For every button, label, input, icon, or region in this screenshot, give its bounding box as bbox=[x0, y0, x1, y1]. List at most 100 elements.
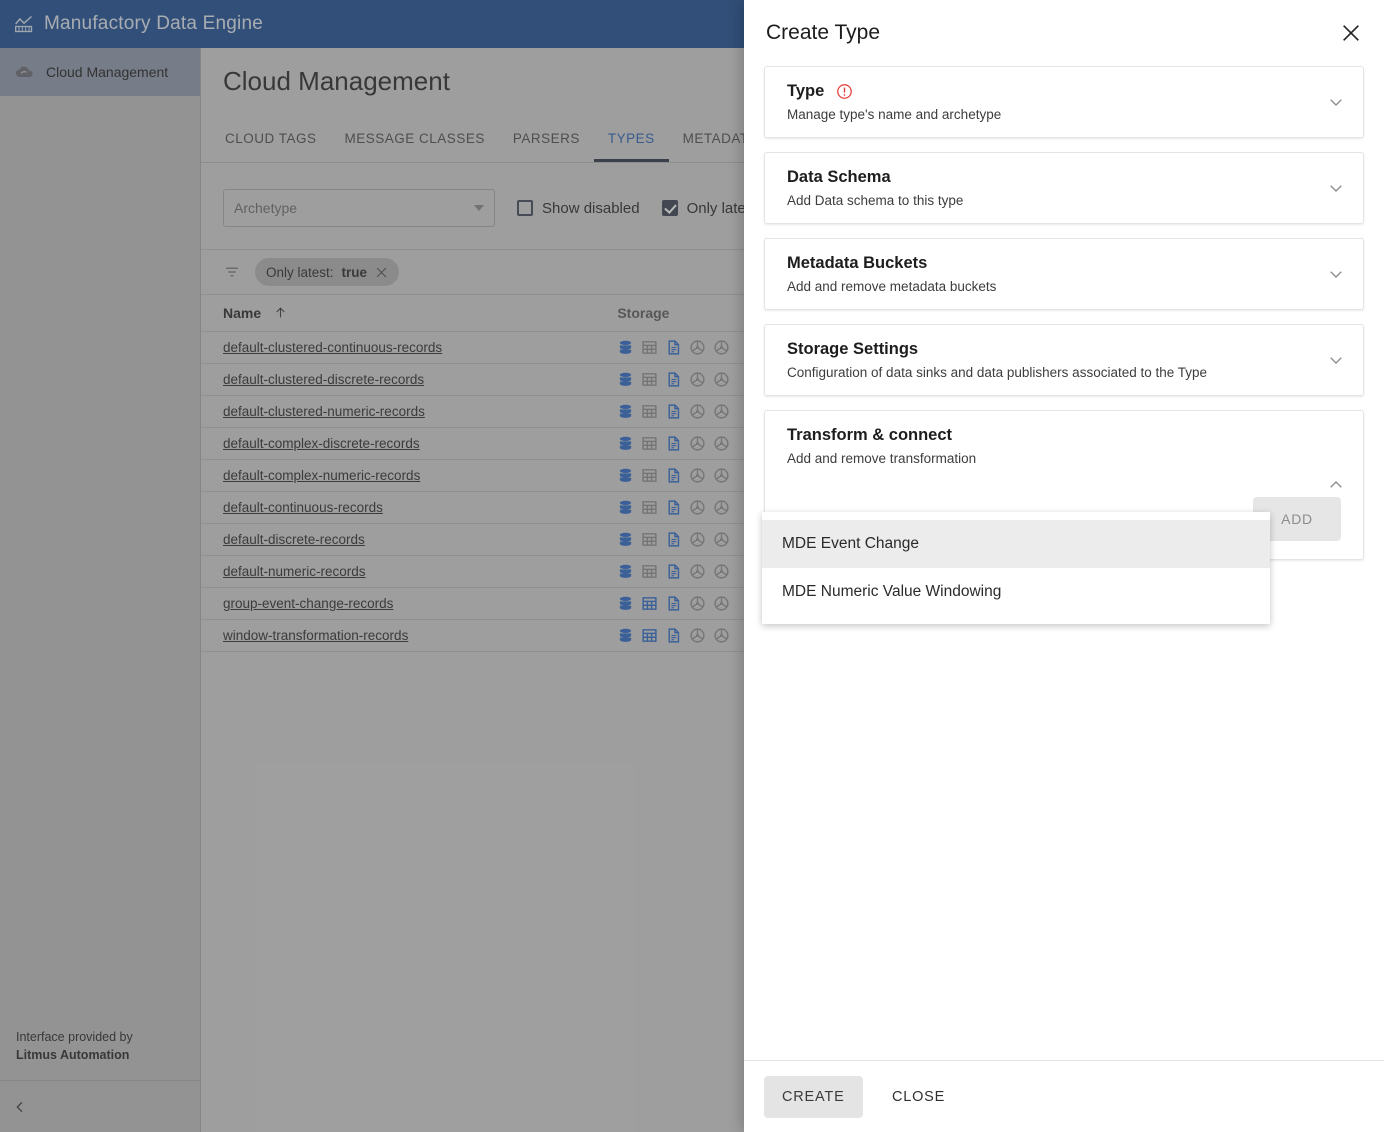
section-type[interactable]: Type Manage type's name and archetype bbox=[764, 66, 1364, 138]
cell-name: default-complex-numeric-records bbox=[201, 460, 595, 492]
dropdown-option-mde-event-change[interactable]: MDE Event Change bbox=[762, 520, 1270, 568]
close-icon[interactable] bbox=[375, 266, 388, 279]
document-icon bbox=[665, 435, 682, 452]
checkbox-box bbox=[517, 200, 533, 216]
cell-name: default-clustered-discrete-records bbox=[201, 364, 595, 396]
document-icon bbox=[665, 371, 682, 388]
column-header-name[interactable]: Name bbox=[201, 295, 595, 332]
table-icon bbox=[641, 531, 658, 548]
chevron-down-icon[interactable] bbox=[1327, 93, 1345, 111]
error-icon bbox=[836, 83, 853, 100]
type-name-link[interactable]: default-complex-numeric-records bbox=[223, 468, 420, 483]
database-icon bbox=[617, 467, 634, 484]
cell-name: group-event-change-records bbox=[201, 588, 595, 620]
table-icon bbox=[641, 403, 658, 420]
tab-cloud-tags[interactable]: CLOUD TAGS bbox=[211, 116, 331, 162]
tab-types[interactable]: TYPES bbox=[594, 116, 669, 162]
section-transform-connect-header: Transform & connect bbox=[787, 426, 1345, 445]
section-data-schema-header: Data Schema bbox=[787, 168, 1345, 187]
document-icon bbox=[665, 403, 682, 420]
section-data-schema-subtitle: Add Data schema to this type bbox=[787, 193, 1345, 208]
tab-message-classes[interactable]: MESSAGE CLASSES bbox=[331, 116, 499, 162]
dialog-title: Create Type bbox=[766, 21, 880, 45]
hub-icon bbox=[713, 403, 730, 420]
tab-parsers[interactable]: PARSERS bbox=[499, 116, 594, 162]
close-button[interactable]: CLOSE bbox=[871, 1076, 967, 1118]
section-type-subtitle: Manage type's name and archetype bbox=[787, 107, 1345, 122]
table-icon bbox=[641, 467, 658, 484]
type-name-link[interactable]: default-discrete-records bbox=[223, 532, 365, 547]
chevron-down-icon[interactable] bbox=[1327, 179, 1345, 197]
hub-icon bbox=[713, 371, 730, 388]
filter-icon[interactable] bbox=[223, 263, 241, 281]
table-icon bbox=[641, 499, 658, 516]
document-icon bbox=[665, 563, 682, 580]
cell-name: default-numeric-records bbox=[201, 556, 595, 588]
sidebar-item-cloud-management[interactable]: Cloud Management bbox=[0, 48, 200, 96]
chevron-up-icon[interactable] bbox=[1327, 476, 1345, 494]
database-icon bbox=[617, 531, 634, 548]
hub-icon bbox=[689, 339, 706, 356]
create-type-dialog: Create Type Type Manage type's name and … bbox=[744, 0, 1384, 1132]
chevron-left-icon bbox=[12, 1099, 28, 1115]
footer-brand: Litmus Automation bbox=[16, 1046, 184, 1064]
section-storage-settings-header: Storage Settings bbox=[787, 340, 1345, 359]
document-icon bbox=[665, 339, 682, 356]
hub-icon bbox=[689, 467, 706, 484]
close-icon[interactable] bbox=[1340, 22, 1362, 44]
type-name-link[interactable]: default-clustered-continuous-records bbox=[223, 340, 442, 355]
section-data-schema[interactable]: Data Schema Add Data schema to this type bbox=[764, 152, 1364, 224]
document-icon bbox=[665, 531, 682, 548]
cell-name: default-continuous-records bbox=[201, 492, 595, 524]
type-name-link[interactable]: window-transformation-records bbox=[223, 628, 408, 643]
type-name-link[interactable]: group-event-change-records bbox=[223, 596, 393, 611]
type-name-link[interactable]: default-clustered-numeric-records bbox=[223, 404, 425, 419]
show-disabled-label: Show disabled bbox=[542, 200, 640, 217]
chip-value: true bbox=[342, 265, 368, 280]
filter-chip-only-latest[interactable]: Only latest: true bbox=[255, 258, 399, 286]
app-title: Manufactory Data Engine bbox=[44, 13, 263, 35]
cell-name: default-clustered-continuous-records bbox=[201, 332, 595, 364]
chart-factory-icon bbox=[14, 14, 34, 34]
column-header-name-label: Name bbox=[223, 305, 261, 321]
type-name-link[interactable]: default-complex-discrete-records bbox=[223, 436, 420, 451]
hub-icon bbox=[689, 531, 706, 548]
sidebar-collapse-button[interactable] bbox=[0, 1080, 200, 1132]
checkbox-box-checked bbox=[662, 200, 678, 216]
document-icon bbox=[665, 499, 682, 516]
hub-icon bbox=[689, 499, 706, 516]
cell-name: default-discrete-records bbox=[201, 524, 595, 556]
type-name-link[interactable]: default-numeric-records bbox=[223, 564, 366, 579]
dialog-header: Create Type bbox=[744, 0, 1384, 66]
chevron-down-icon[interactable] bbox=[1327, 351, 1345, 369]
sidebar-footer: Interface provided by Litmus Automation bbox=[0, 1014, 200, 1080]
section-metadata-buckets[interactable]: Metadata Buckets Add and remove metadata… bbox=[764, 238, 1364, 310]
section-storage-settings[interactable]: Storage Settings Configuration of data s… bbox=[764, 324, 1364, 396]
section-type-header: Type bbox=[787, 82, 1345, 101]
type-name-link[interactable]: default-clustered-discrete-records bbox=[223, 372, 424, 387]
sidebar-item-label: Cloud Management bbox=[46, 64, 168, 80]
show-disabled-checkbox[interactable]: Show disabled bbox=[517, 200, 640, 217]
section-type-title: Type bbox=[787, 82, 824, 101]
dropdown-option-mde-numeric-value-windowing[interactable]: MDE Numeric Value Windowing bbox=[762, 568, 1270, 616]
dialog-body: Type Manage type's name and archetype Da… bbox=[744, 66, 1384, 1060]
hub-icon bbox=[713, 467, 730, 484]
archetype-select-placeholder: Archetype bbox=[234, 200, 297, 216]
hub-icon bbox=[689, 435, 706, 452]
hub-icon bbox=[689, 403, 706, 420]
hub-icon bbox=[713, 435, 730, 452]
database-icon bbox=[617, 627, 634, 644]
table-icon bbox=[641, 595, 658, 612]
section-transform-connect-subtitle: Add and remove transformation bbox=[787, 451, 1345, 466]
table-icon bbox=[641, 339, 658, 356]
create-button[interactable]: CREATE bbox=[764, 1076, 863, 1118]
chip-label: Only latest: bbox=[266, 265, 334, 280]
chevron-down-icon[interactable] bbox=[1327, 265, 1345, 283]
arrow-up-icon bbox=[274, 306, 287, 319]
hub-icon bbox=[713, 595, 730, 612]
archetype-select[interactable]: Archetype bbox=[223, 189, 495, 227]
hub-icon bbox=[713, 339, 730, 356]
document-icon bbox=[665, 467, 682, 484]
database-icon bbox=[617, 435, 634, 452]
type-name-link[interactable]: default-continuous-records bbox=[223, 500, 383, 515]
